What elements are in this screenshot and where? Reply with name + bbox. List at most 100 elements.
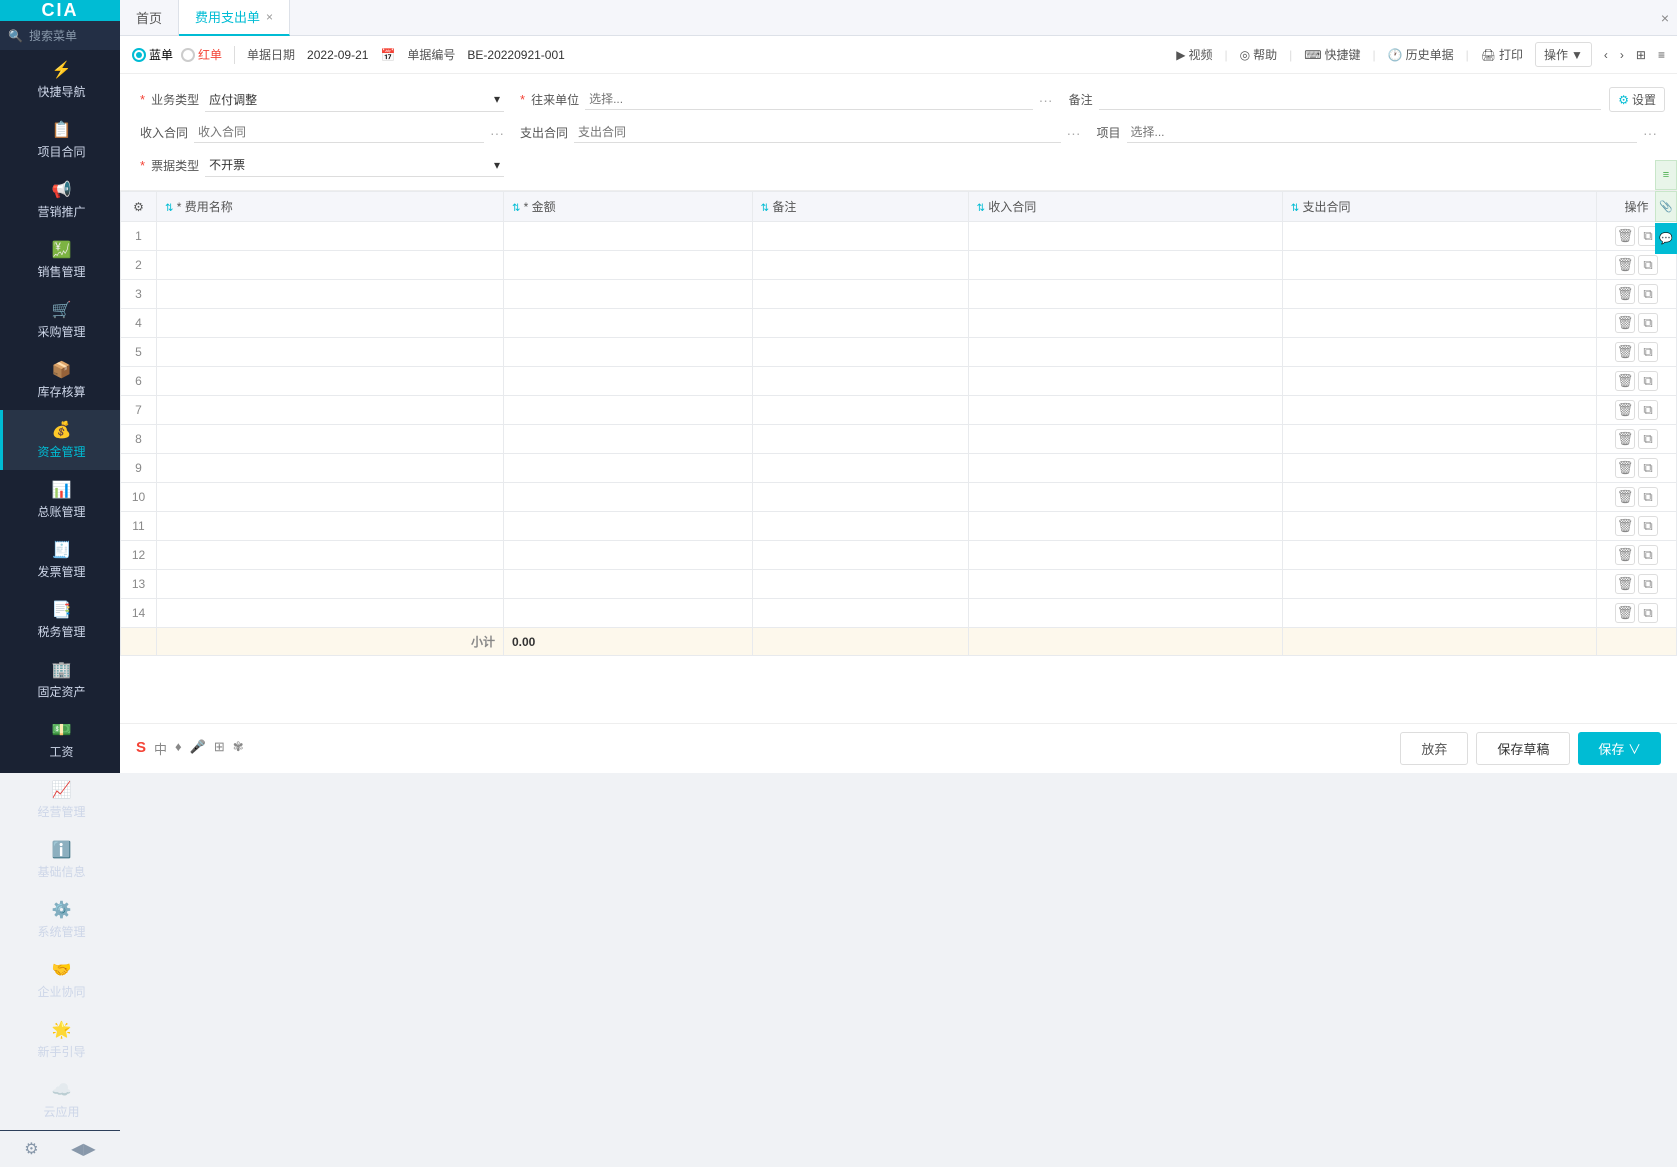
- copy-icon[interactable]: ⧉: [1638, 574, 1658, 594]
- note-cell[interactable]: [752, 425, 968, 454]
- copy-icon[interactable]: ⧉: [1638, 371, 1658, 391]
- expense-name-cell[interactable]: [157, 309, 504, 338]
- volume-icon[interactable]: ◀▶: [71, 1139, 96, 1159]
- amount-cell[interactable]: [503, 425, 752, 454]
- amount-cell[interactable]: [503, 222, 752, 251]
- col-gear-header[interactable]: ⚙: [121, 192, 157, 222]
- expense-name-cell[interactable]: [157, 396, 504, 425]
- income-contract-cell[interactable]: [968, 309, 1282, 338]
- copy-icon[interactable]: ⧉: [1638, 284, 1658, 304]
- delete-icon[interactable]: 🗑: [1615, 313, 1635, 333]
- note-cell[interactable]: [752, 541, 968, 570]
- note-cell[interactable]: [752, 454, 968, 483]
- window-close-btn[interactable]: ×: [1661, 10, 1669, 26]
- note-cell[interactable]: [752, 570, 968, 599]
- income-contract-cell[interactable]: [968, 367, 1282, 396]
- note-cell[interactable]: [752, 599, 968, 628]
- income-contract-cell[interactable]: [968, 222, 1282, 251]
- expense-contract-cell[interactable]: [1282, 541, 1596, 570]
- note-cell[interactable]: [752, 483, 968, 512]
- expense-contract-cell[interactable]: [1282, 367, 1596, 396]
- expense-contract-cell[interactable]: [1282, 338, 1596, 367]
- col-income-contract-header[interactable]: ⇅ 收入合同: [968, 192, 1282, 222]
- copy-icon[interactable]: ⧉: [1638, 545, 1658, 565]
- settings-icon[interactable]: ⚙: [24, 1139, 38, 1159]
- expense-name-cell[interactable]: [157, 483, 504, 512]
- note-cell[interactable]: [752, 367, 968, 396]
- tab-expense-form[interactable]: 费用支出单 ×: [179, 0, 290, 36]
- sidebar-item-salary[interactable]: 💵 工资: [0, 710, 120, 770]
- income-contract-cell[interactable]: [968, 280, 1282, 309]
- sidebar-item-invoice[interactable]: 🧾 发票管理: [0, 530, 120, 590]
- note-input[interactable]: [1099, 89, 1602, 110]
- income-contract-cell[interactable]: [968, 570, 1282, 599]
- expense-name-cell[interactable]: [157, 367, 504, 396]
- delete-icon[interactable]: 🗑: [1615, 545, 1635, 565]
- col-note-header[interactable]: ⇅ 备注: [752, 192, 968, 222]
- expense-contract-cell[interactable]: [1282, 454, 1596, 483]
- list-view-btn[interactable]: ≡: [1658, 48, 1665, 62]
- note-cell[interactable]: [752, 251, 968, 280]
- note-cell[interactable]: [752, 396, 968, 425]
- note-cell[interactable]: [752, 309, 968, 338]
- copy-icon[interactable]: ⧉: [1638, 516, 1658, 536]
- income-contract-cell[interactable]: [968, 425, 1282, 454]
- note-cell[interactable]: [752, 280, 968, 309]
- expense-name-cell[interactable]: [157, 454, 504, 483]
- sidebar-item-basic-info[interactable]: ℹ️ 基础信息: [0, 830, 120, 890]
- history-btn[interactable]: 🕐 历史单据: [1388, 46, 1454, 63]
- save-draft-button[interactable]: 保存草稿: [1476, 732, 1570, 765]
- radio-red[interactable]: 红单: [181, 46, 222, 63]
- expense-contract-cell[interactable]: [1282, 309, 1596, 338]
- sidebar-item-capital[interactable]: 💰 资金管理: [0, 410, 120, 470]
- expense-name-cell[interactable]: [157, 541, 504, 570]
- amount-cell[interactable]: [503, 599, 752, 628]
- actions-btn[interactable]: 操作 ▼: [1535, 42, 1592, 67]
- sidebar-item-quick-nav[interactable]: ⚡ 快捷导航: [0, 50, 120, 110]
- expense-name-cell[interactable]: [157, 599, 504, 628]
- delete-icon[interactable]: 🗑: [1615, 458, 1635, 478]
- amount-cell[interactable]: [503, 280, 752, 309]
- income-contract-cell[interactable]: [968, 396, 1282, 425]
- expense-contract-cell[interactable]: [1282, 396, 1596, 425]
- amount-cell[interactable]: [503, 541, 752, 570]
- income-contract-more-btn[interactable]: ···: [490, 125, 504, 141]
- col-expense-contract-header[interactable]: ⇅ 支出合同: [1282, 192, 1596, 222]
- radio-blue[interactable]: 蓝单: [132, 46, 173, 63]
- counterparty-input[interactable]: [585, 89, 1033, 110]
- sidebar-item-new-guide[interactable]: 🌟 新手引导: [0, 1010, 120, 1070]
- project-more-btn[interactable]: ···: [1643, 125, 1657, 141]
- copy-icon[interactable]: ⧉: [1638, 487, 1658, 507]
- income-contract-cell[interactable]: [968, 541, 1282, 570]
- expense-name-cell[interactable]: [157, 251, 504, 280]
- copy-icon[interactable]: ⧉: [1638, 255, 1658, 275]
- income-contract-cell[interactable]: [968, 599, 1282, 628]
- amount-cell[interactable]: [503, 251, 752, 280]
- delete-icon[interactable]: 🗑: [1615, 226, 1635, 246]
- sidebar-item-tax[interactable]: 📑 税务管理: [0, 590, 120, 650]
- delete-icon[interactable]: 🗑: [1615, 574, 1635, 594]
- note-cell[interactable]: [752, 338, 968, 367]
- shortcuts-btn[interactable]: ⌨ 快捷键: [1304, 46, 1360, 63]
- expense-contract-cell[interactable]: [1282, 599, 1596, 628]
- sidebar-item-cloud-apps[interactable]: ☁️ 云应用: [0, 1070, 120, 1130]
- expense-name-cell[interactable]: [157, 570, 504, 599]
- expense-contract-cell[interactable]: [1282, 222, 1596, 251]
- discard-button[interactable]: 放弃: [1400, 732, 1468, 765]
- expense-name-cell[interactable]: [157, 512, 504, 541]
- project-input[interactable]: [1127, 122, 1637, 143]
- income-contract-cell[interactable]: [968, 483, 1282, 512]
- prev-btn[interactable]: ‹: [1604, 48, 1608, 62]
- expense-name-cell[interactable]: [157, 425, 504, 454]
- income-contract-cell[interactable]: [968, 454, 1282, 483]
- copy-icon[interactable]: ⧉: [1638, 313, 1658, 333]
- copy-icon[interactable]: ⧉: [1638, 603, 1658, 623]
- sidebar-item-sales[interactable]: 💹 销售管理: [0, 230, 120, 290]
- expense-contract-cell[interactable]: [1282, 512, 1596, 541]
- delete-icon[interactable]: 🗑: [1615, 516, 1635, 536]
- sidebar-item-accounting[interactable]: 📊 总账管理: [0, 470, 120, 530]
- settings-btn[interactable]: ⚙ 设置: [1609, 87, 1665, 112]
- delete-icon[interactable]: 🗑: [1615, 255, 1635, 275]
- note-cell[interactable]: [752, 222, 968, 251]
- expense-contract-cell[interactable]: [1282, 425, 1596, 454]
